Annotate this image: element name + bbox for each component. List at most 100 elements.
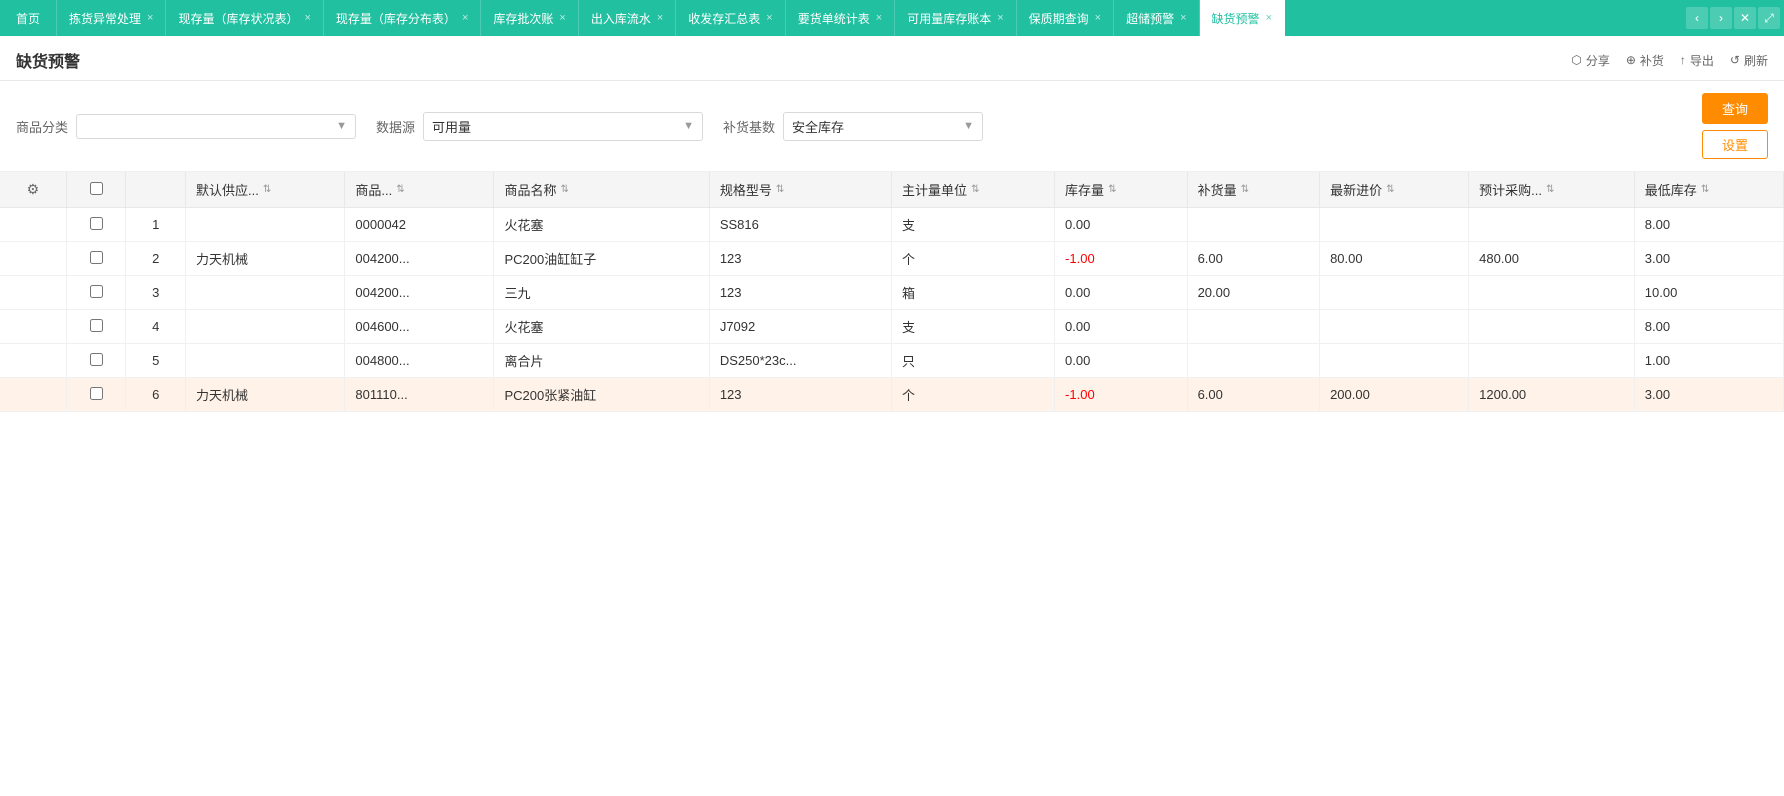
th-replenish[interactable]: 补货量⇅ <box>1187 172 1320 208</box>
row-checkbox[interactable] <box>90 285 103 298</box>
tab-close-icon[interactable]: × <box>559 12 565 24</box>
tab-close-icon[interactable]: × <box>1095 12 1101 24</box>
row-replenish <box>1187 310 1320 344</box>
filter-bar: 商品分类 ▼ 数据源 可用量 ▼ 补货基数 安全库存 ▼ 查询 设置 <box>0 81 1784 172</box>
category-chevron-icon: ▼ <box>336 120 347 132</box>
tab-exception[interactable]: 拣货异常处理× <box>57 0 166 36</box>
page-title: 缺货预警 <box>16 48 80 72</box>
row-unit: 支 <box>892 310 1055 344</box>
table-row: 6 力天机械 801110... PC200张紧油缸 123 个 -1.00 6… <box>0 378 1784 412</box>
th-checkbox <box>66 172 126 208</box>
tab-close-icon[interactable]: × <box>766 12 772 24</box>
row-seq: 1 <box>126 208 186 242</box>
tab-batch-account[interactable]: 库存批次账× <box>481 0 578 36</box>
row-est-purchase <box>1469 276 1635 310</box>
th-min-stock[interactable]: 最低库存⇅ <box>1634 172 1783 208</box>
replenish-base-filter-group: 补货基数 安全库存 ▼ <box>723 112 983 141</box>
tab-available-book[interactable]: 可用量库存账本× <box>895 0 1016 36</box>
th-name[interactable]: 商品名称⇅ <box>494 172 709 208</box>
replenish-base-label: 补货基数 <box>723 117 775 136</box>
tab-next-button[interactable]: › <box>1710 7 1732 29</box>
table-row: 1 0000042 火花塞 SS816 支 0.00 8.00 <box>0 208 1784 242</box>
row-sku: 0000042 <box>345 208 494 242</box>
settings-button[interactable]: 设置 <box>1702 130 1768 159</box>
name-sort-icon: ⇅ <box>561 184 569 195</box>
row-checkbox[interactable] <box>90 353 103 366</box>
latest-price-sort-icon: ⇅ <box>1386 184 1394 195</box>
row-checkbox-cell <box>66 344 126 378</box>
tab-stockout[interactable]: 缺货预警× <box>1200 0 1285 36</box>
row-est-purchase <box>1469 310 1635 344</box>
tab-order-stats[interactable]: 要货单统计表 × <box>786 0 895 36</box>
row-spec: DS250*23c... <box>709 344 891 378</box>
tab-inventory-dist[interactable]: 现存量（库存分布表） × <box>324 0 481 36</box>
gear-settings-icon[interactable]: ⚙ <box>27 181 40 197</box>
query-button[interactable]: 查询 <box>1702 93 1768 124</box>
replenish-base-chevron-icon: ▼ <box>963 120 974 132</box>
th-gear[interactable]: ⚙ <box>0 172 66 208</box>
table-row: 3 004200... 三九 123 箱 0.00 20.00 10.00 <box>0 276 1784 310</box>
th-unit[interactable]: 主计量单位⇅ <box>892 172 1055 208</box>
row-checkbox[interactable] <box>90 319 103 332</box>
tab-label: 超储预警 <box>1126 10 1174 27</box>
row-checkbox[interactable] <box>90 387 103 400</box>
tab-label: 要货单统计表 <box>798 10 870 27</box>
row-sku: 801110... <box>345 378 494 412</box>
tab-receipt-summary[interactable]: 收发存汇总表 × <box>676 0 785 36</box>
tab-close-icon[interactable]: × <box>657 12 663 24</box>
th-supplier[interactable]: 默认供应...⇅ <box>186 172 345 208</box>
category-select[interactable]: ▼ <box>76 114 356 139</box>
row-checkbox[interactable] <box>90 217 103 230</box>
tab-close-icon[interactable]: × <box>876 12 882 24</box>
th-latest-price[interactable]: 最新进价⇅ <box>1320 172 1469 208</box>
row-min-stock: 8.00 <box>1634 310 1783 344</box>
table-row: 2 力天机械 004200... PC200油缸缸子 123 个 -1.00 6… <box>0 242 1784 276</box>
tab-close-icon[interactable]: × <box>997 12 1003 24</box>
page-header: 缺货预警 ⬡ 分享 ⊕ 补货 ↑ 导出 ↺ 刷新 <box>0 36 1784 81</box>
row-sku: 004200... <box>345 242 494 276</box>
refresh-button[interactable]: ↺ 刷新 <box>1730 52 1768 69</box>
tab-close-icon[interactable]: × <box>1180 12 1186 24</box>
tab-close-icon[interactable]: × <box>462 12 468 24</box>
row-sku: 004800... <box>345 344 494 378</box>
tab-expiry-query[interactable]: 保质期查询× <box>1017 0 1114 36</box>
datasource-select[interactable]: 可用量 ▼ <box>423 112 703 141</box>
tab-close-all-button[interactable]: ✕ <box>1734 7 1756 29</box>
tab-label: 现存量（库存分布表） <box>336 10 456 27</box>
select-all-checkbox[interactable] <box>90 182 103 195</box>
th-spec[interactable]: 规格型号⇅ <box>709 172 891 208</box>
th-sku[interactable]: 商品...⇅ <box>345 172 494 208</box>
share-button[interactable]: ⬡ 分享 <box>1571 52 1610 69</box>
row-checkbox[interactable] <box>90 251 103 264</box>
row-min-stock: 3.00 <box>1634 378 1783 412</box>
tab-close-icon[interactable]: × <box>147 12 153 24</box>
datasource-value: 可用量 <box>432 117 471 136</box>
row-gear-cell <box>0 310 66 344</box>
replenish-button[interactable]: ⊕ 补货 <box>1626 52 1664 69</box>
th-est-purchase[interactable]: 预计采购...⇅ <box>1469 172 1635 208</box>
tab-inventory-status[interactable]: 现存量（库存状况表） × <box>166 0 323 36</box>
tab-close-icon[interactable]: × <box>1266 12 1272 24</box>
row-checkbox-cell <box>66 310 126 344</box>
row-spec: 123 <box>709 242 891 276</box>
tab-home[interactable]: 首页 <box>0 0 57 36</box>
tab-nav-buttons: ‹ › ✕ ⤢ <box>1682 7 1784 29</box>
row-name: PC200张紧油缸 <box>494 378 709 412</box>
export-button[interactable]: ↑ 导出 <box>1680 52 1714 69</box>
tab-prev-button[interactable]: ‹ <box>1686 7 1708 29</box>
replenish-base-select[interactable]: 安全库存 ▼ <box>783 112 983 141</box>
row-supplier <box>186 276 345 310</box>
tab-maximize-button[interactable]: ⤢ <box>1758 7 1780 29</box>
tab-inout-flow[interactable]: 出入库流水× <box>579 0 676 36</box>
row-spec: J7092 <box>709 310 891 344</box>
tab-label: 现存量（库存状况表） <box>178 10 298 27</box>
row-stock: 0.00 <box>1055 276 1188 310</box>
tab-overstock[interactable]: 超储预警 × <box>1114 0 1199 36</box>
tab-close-icon[interactable]: × <box>304 12 310 24</box>
row-min-stock: 3.00 <box>1634 242 1783 276</box>
row-replenish <box>1187 208 1320 242</box>
header-actions: ⬡ 分享 ⊕ 补货 ↑ 导出 ↺ 刷新 <box>1571 52 1768 69</box>
th-stock[interactable]: 库存量⇅ <box>1055 172 1188 208</box>
category-filter-group: 商品分类 ▼ <box>16 114 356 139</box>
tab-label: 收发存汇总表 <box>688 10 760 27</box>
